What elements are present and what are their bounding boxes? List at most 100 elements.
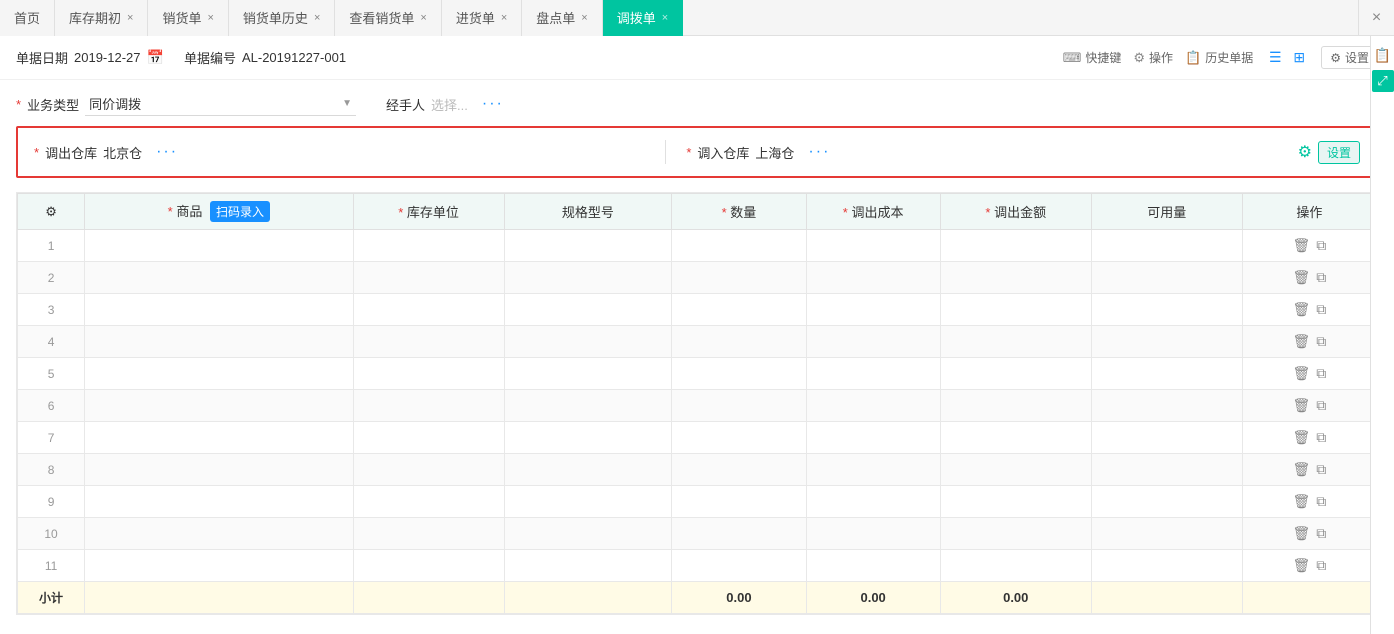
copy-icon-4[interactable]: ⧉: [1316, 333, 1326, 350]
delete-icon-10[interactable]: 🗑: [1292, 525, 1310, 542]
warehouse-in-dots-button[interactable]: ···: [808, 143, 830, 161]
row-spec-4[interactable]: [504, 326, 672, 358]
row-unit-2[interactable]: [353, 262, 504, 294]
row-unit-6[interactable]: [353, 390, 504, 422]
row-amount-10[interactable]: [940, 518, 1091, 550]
copy-icon-11[interactable]: ⧉: [1316, 557, 1326, 574]
tab-home[interactable]: 首页: [0, 0, 55, 36]
tab-sales-close[interactable]: ×: [207, 12, 213, 24]
row-spec-8[interactable]: [504, 454, 672, 486]
row-amount-6[interactable]: [940, 390, 1091, 422]
row-amount-3[interactable]: [940, 294, 1091, 326]
row-qty-5[interactable]: [672, 358, 806, 390]
layout-grid-icon[interactable]: ⊞: [1289, 48, 1309, 68]
row-qty-7[interactable]: [672, 422, 806, 454]
row-spec-2[interactable]: [504, 262, 672, 294]
row-unit-8[interactable]: [353, 454, 504, 486]
row-qty-10[interactable]: [672, 518, 806, 550]
row-unit-4[interactable]: [353, 326, 504, 358]
row-available-10[interactable]: [1091, 518, 1242, 550]
tab-view-sales[interactable]: 查看销货单 ×: [335, 0, 441, 36]
row-qty-11[interactable]: [672, 550, 806, 582]
row-unit-9[interactable]: [353, 486, 504, 518]
sidebar-doc-icon[interactable]: 📋: [1372, 44, 1394, 66]
sidebar-expand-icon[interactable]: ⤢: [1372, 70, 1394, 92]
person-dots-button[interactable]: ···: [482, 95, 504, 113]
row-product-9[interactable]: [85, 486, 353, 518]
delete-icon-2[interactable]: 🗑: [1292, 269, 1310, 286]
row-cost-5[interactable]: [806, 358, 940, 390]
row-qty-3[interactable]: [672, 294, 806, 326]
tab-stocktake-close[interactable]: ×: [581, 12, 587, 24]
row-unit-1[interactable]: [353, 230, 504, 262]
row-cost-6[interactable]: [806, 390, 940, 422]
scan-button[interactable]: 扫码录入: [210, 201, 270, 222]
row-amount-7[interactable]: [940, 422, 1091, 454]
row-cost-8[interactable]: [806, 454, 940, 486]
row-spec-3[interactable]: [504, 294, 672, 326]
row-unit-10[interactable]: [353, 518, 504, 550]
row-cost-9[interactable]: [806, 486, 940, 518]
row-cost-7[interactable]: [806, 422, 940, 454]
delete-icon-5[interactable]: 🗑: [1292, 365, 1310, 382]
row-amount-2[interactable]: [940, 262, 1091, 294]
delete-icon-7[interactable]: 🗑: [1292, 429, 1310, 446]
delete-icon-3[interactable]: 🗑: [1292, 301, 1310, 318]
row-available-11[interactable]: [1091, 550, 1242, 582]
row-qty-8[interactable]: [672, 454, 806, 486]
copy-icon-2[interactable]: ⧉: [1316, 269, 1326, 286]
delete-icon-8[interactable]: 🗑: [1292, 461, 1310, 478]
row-spec-11[interactable]: [504, 550, 672, 582]
tab-purchase[interactable]: 进货单 ×: [442, 0, 522, 36]
business-type-select[interactable]: 同价调拨 ▼: [85, 92, 356, 116]
row-unit-11[interactable]: [353, 550, 504, 582]
row-product-11[interactable]: [85, 550, 353, 582]
row-product-3[interactable]: [85, 294, 353, 326]
tab-view-sales-close[interactable]: ×: [420, 12, 426, 24]
row-cost-10[interactable]: [806, 518, 940, 550]
operations-action[interactable]: ⚙ 操作: [1133, 49, 1173, 66]
delete-icon-11[interactable]: 🗑: [1292, 557, 1310, 574]
delete-icon-9[interactable]: 🗑: [1292, 493, 1310, 510]
row-cost-11[interactable]: [806, 550, 940, 582]
person-select[interactable]: 选择...: [431, 95, 468, 114]
shortcut-action[interactable]: ⌨ 快捷键: [1063, 49, 1122, 66]
row-available-4[interactable]: [1091, 326, 1242, 358]
row-unit-5[interactable]: [353, 358, 504, 390]
row-amount-1[interactable]: [940, 230, 1091, 262]
tab-sales[interactable]: 销货单 ×: [148, 0, 228, 36]
row-product-8[interactable]: [85, 454, 353, 486]
row-cost-1[interactable]: [806, 230, 940, 262]
delete-icon-4[interactable]: 🗑: [1292, 333, 1310, 350]
layout-list-icon[interactable]: ☰: [1265, 48, 1285, 68]
row-cost-2[interactable]: [806, 262, 940, 294]
row-qty-4[interactable]: [672, 326, 806, 358]
tab-sales-history[interactable]: 销货单历史 ×: [229, 0, 335, 36]
delete-icon-1[interactable]: 🗑: [1292, 237, 1310, 254]
row-amount-5[interactable]: [940, 358, 1091, 390]
tab-sales-history-close[interactable]: ×: [314, 12, 320, 24]
copy-icon-6[interactable]: ⧉: [1316, 397, 1326, 414]
row-amount-9[interactable]: [940, 486, 1091, 518]
row-qty-1[interactable]: [672, 230, 806, 262]
row-unit-3[interactable]: [353, 294, 504, 326]
row-spec-1[interactable]: [504, 230, 672, 262]
row-available-6[interactable]: [1091, 390, 1242, 422]
row-cost-3[interactable]: [806, 294, 940, 326]
warehouse-out-dots-button[interactable]: ···: [156, 143, 178, 161]
row-qty-9[interactable]: [672, 486, 806, 518]
row-amount-11[interactable]: [940, 550, 1091, 582]
tab-transfer-close[interactable]: ×: [662, 12, 668, 24]
row-cost-4[interactable]: [806, 326, 940, 358]
row-spec-5[interactable]: [504, 358, 672, 390]
delete-icon-6[interactable]: 🗑: [1292, 397, 1310, 414]
row-spec-10[interactable]: [504, 518, 672, 550]
copy-icon-8[interactable]: ⧉: [1316, 461, 1326, 478]
row-available-7[interactable]: [1091, 422, 1242, 454]
row-available-1[interactable]: [1091, 230, 1242, 262]
row-unit-7[interactable]: [353, 422, 504, 454]
settings-button2[interactable]: 设置: [1318, 141, 1360, 164]
row-available-5[interactable]: [1091, 358, 1242, 390]
table-gear-header[interactable]: ⚙: [18, 194, 85, 230]
row-available-8[interactable]: [1091, 454, 1242, 486]
